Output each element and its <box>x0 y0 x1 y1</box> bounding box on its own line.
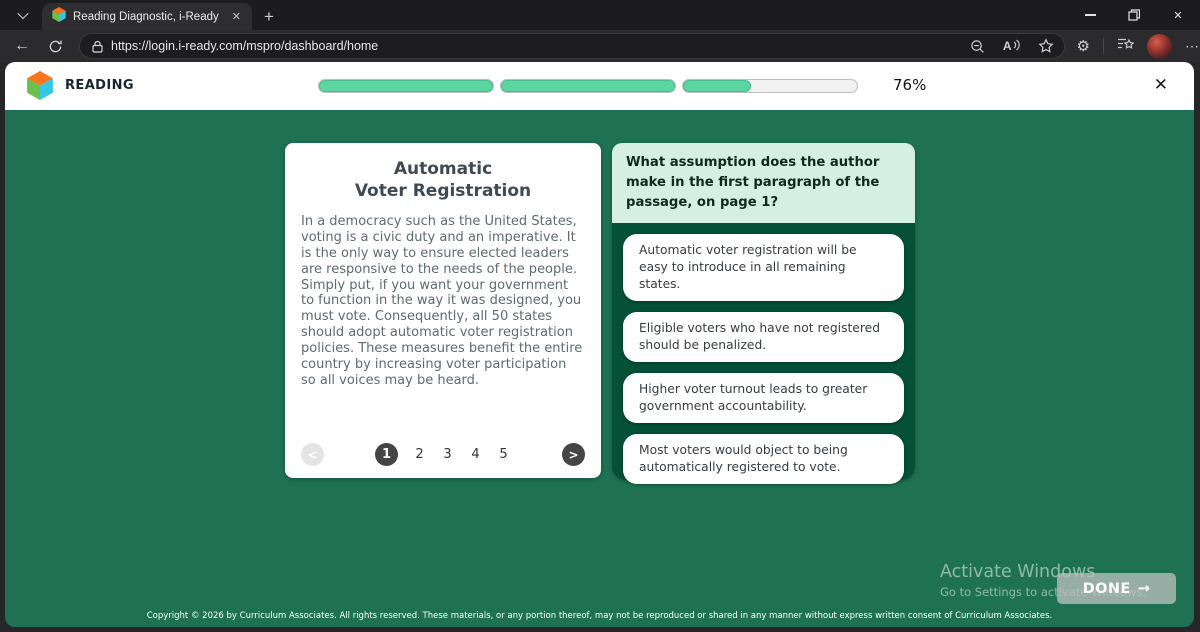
passage-pagination: < 1 2 3 4 5 > <box>285 442 601 468</box>
add-favorite-button[interactable] <box>1038 38 1054 54</box>
favorites-list-icon <box>1118 38 1135 49</box>
passage-title: Automatic Voter Registration <box>285 158 601 203</box>
read-aloud-icon <box>1013 39 1020 51</box>
read-aloud-button[interactable]: A <box>1003 39 1020 53</box>
tab-search-button[interactable] <box>10 4 36 26</box>
page-number-4[interactable]: 4 <box>469 447 482 462</box>
tab-close-icon[interactable]: ✕ <box>229 10 244 23</box>
answer-options: Automatic voter registration will be eas… <box>612 223 915 485</box>
minimize-icon <box>1084 14 1096 16</box>
tab-title: Reading Diagnostic, i-Ready <box>73 10 219 23</box>
passage-title-line2: Voter Registration <box>354 181 532 202</box>
answer-option-1[interactable]: Automatic voter registration will be eas… <box>623 234 904 302</box>
passage-text: In a democracy such as the United States… <box>301 213 583 388</box>
new-tab-button[interactable]: + <box>264 8 274 25</box>
progress-bar-3-fill <box>683 80 751 92</box>
star-icon <box>1038 38 1054 53</box>
lesson-body: Automatic Voter Registration In a democr… <box>5 110 1194 627</box>
passage-card: Automatic Voter Registration In a democr… <box>285 143 601 478</box>
arrow-right-icon: → <box>1137 580 1151 597</box>
progress-bar-2-fill <box>501 80 675 92</box>
page-number-1[interactable]: 1 <box>375 443 398 466</box>
restore-button[interactable] <box>1112 0 1156 30</box>
close-lesson-icon[interactable]: ✕ <box>1154 75 1168 95</box>
toolbar-divider <box>1103 38 1104 54</box>
answer-option-4[interactable]: Most voters would object to being automa… <box>623 434 904 485</box>
refresh-button[interactable] <box>48 39 63 54</box>
answer-option-3[interactable]: Higher voter turnout leads to greater go… <box>623 373 904 424</box>
url-text[interactable]: https://login.i-ready.com/mspro/dashboar… <box>111 39 952 53</box>
done-button[interactable]: DONE → <box>1057 573 1176 604</box>
progress-bars <box>318 79 858 93</box>
browser-tab-strip: Reading Diagnostic, i-Ready ✕ + ✕ <box>0 0 1200 30</box>
done-label: DONE <box>1082 580 1131 597</box>
page-number-5[interactable]: 5 <box>497 447 510 462</box>
next-page-button[interactable]: > <box>562 443 585 466</box>
browser-menu-icon[interactable]: ⋯ <box>1185 38 1200 55</box>
page-number-3[interactable]: 3 <box>441 447 454 462</box>
extensions-icon[interactable]: ⚙ <box>1077 39 1090 54</box>
browser-toolbar: ← https://login.i-ready.com/mspro/dashbo… <box>0 30 1200 62</box>
question-panel: What assumption does the author make in … <box>612 143 915 485</box>
subject-label: READING <box>65 78 134 93</box>
question-prompt: What assumption does the author make in … <box>612 143 915 224</box>
answer-option-2[interactable]: Eligible voters who have not registered … <box>623 312 904 363</box>
progress-bar-1-fill <box>319 80 493 92</box>
page-number-2[interactable]: 2 <box>413 447 426 462</box>
copyright-text: Copyright © 2026 by Curriculum Associate… <box>146 611 1053 621</box>
profile-avatar[interactable] <box>1147 33 1172 59</box>
browser-tab-active[interactable]: Reading Diagnostic, i-Ready ✕ <box>42 3 252 30</box>
lesson-header: READING 76% ✕ <box>5 62 1194 110</box>
iready-logo-icon <box>27 71 53 104</box>
magnifier-minus-icon <box>971 39 984 53</box>
back-button[interactable]: ← <box>14 38 30 54</box>
page-numbers: 1 2 3 4 5 <box>375 443 510 466</box>
progress-bar-1 <box>318 79 494 93</box>
lock-icon <box>92 40 103 53</box>
progress-bar-2 <box>500 79 676 93</box>
chevron-down-icon <box>17 7 29 20</box>
toolbar-right: ⚙ ⋯ <box>1077 33 1200 59</box>
prev-page-button[interactable]: < <box>301 443 324 466</box>
restore-icon <box>1128 9 1140 21</box>
close-window-button[interactable]: ✕ <box>1156 0 1200 30</box>
address-bar[interactable]: https://login.i-ready.com/mspro/dashboar… <box>79 33 1065 59</box>
progress-bar-3 <box>682 79 858 93</box>
passage-title-line1: Automatic <box>393 159 493 179</box>
progress-percent: 76% <box>893 76 927 94</box>
favorites-list-button[interactable] <box>1117 37 1135 56</box>
iready-page: READING 76% ✕ Automatic Voter Registrati… <box>5 62 1194 627</box>
zoom-page-button[interactable] <box>970 39 985 54</box>
window-controls: ✕ <box>1068 0 1200 30</box>
refresh-icon <box>49 40 62 52</box>
iready-favicon-icon <box>52 6 66 27</box>
browser-window: Reading Diagnostic, i-Ready ✕ + ✕ ← http… <box>0 0 1200 632</box>
minimize-button[interactable] <box>1068 0 1112 30</box>
